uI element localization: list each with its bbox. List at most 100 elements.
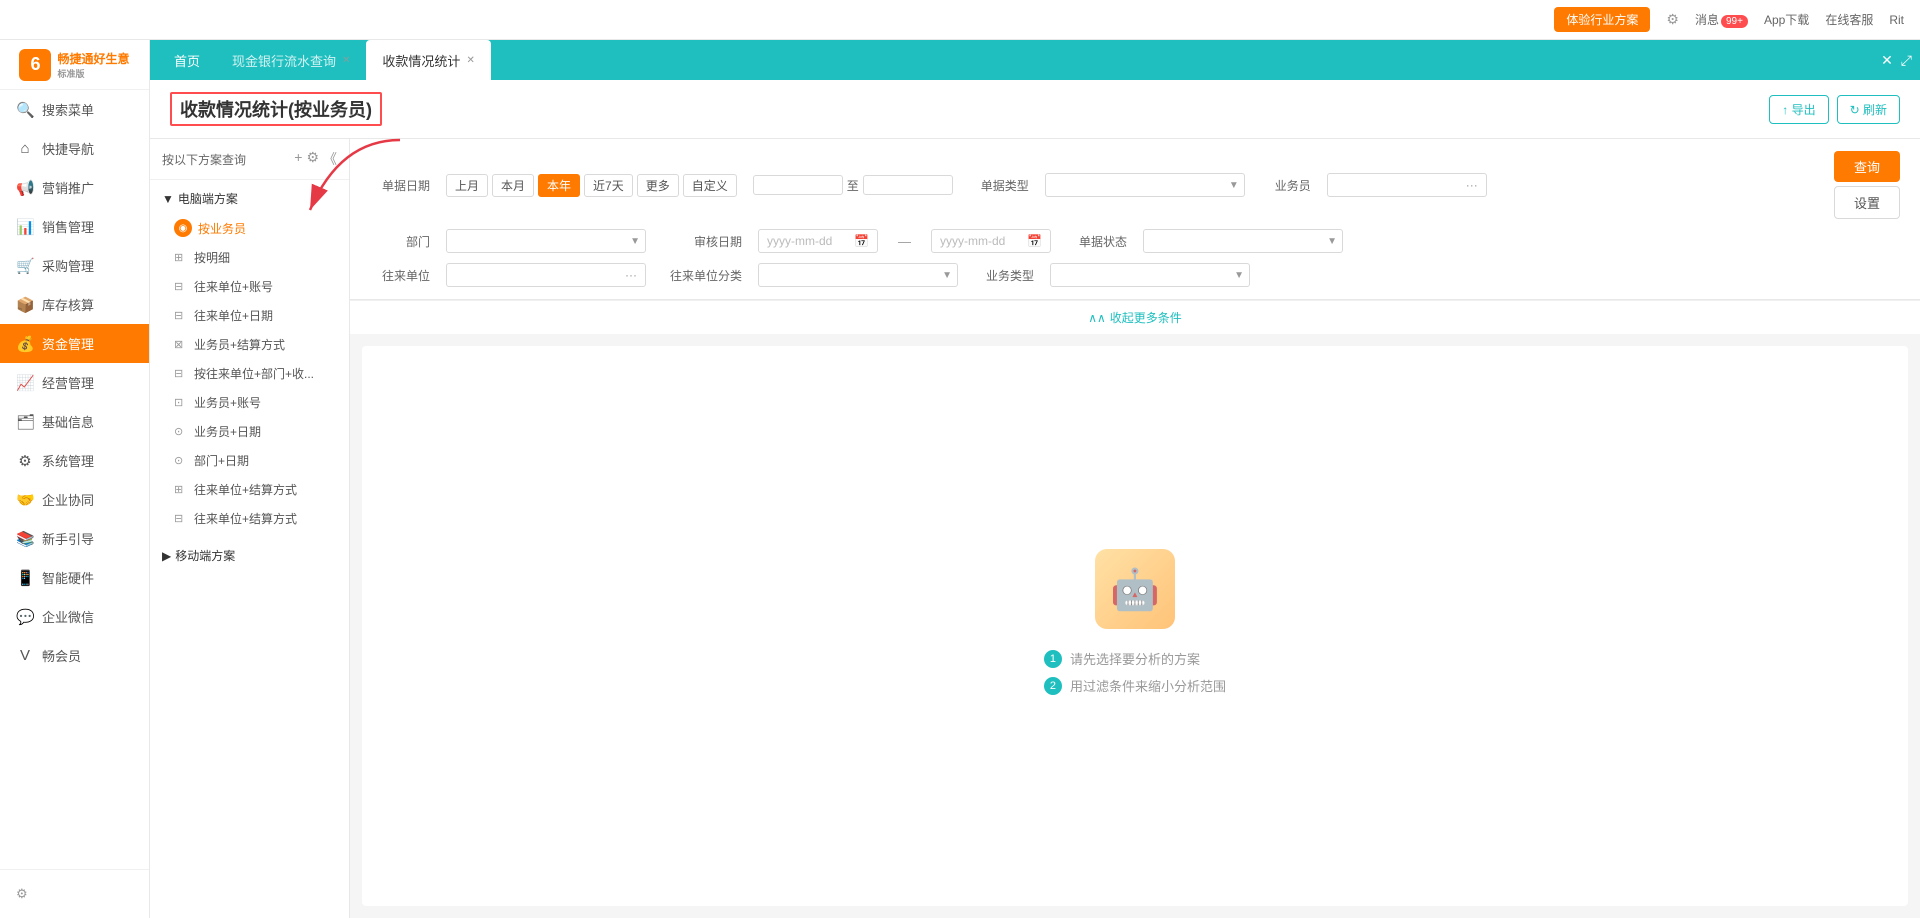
settings-button[interactable]: 设置 [1834, 186, 1900, 219]
sidebar-item-sales[interactable]: 📊 销售管理 [0, 207, 149, 246]
schema-item-unit-account[interactable]: ⊟ 往来单位+账号 [150, 272, 349, 301]
salesperson-input[interactable]: ··· [1327, 173, 1487, 197]
review-date-to-placeholder: yyyy-mm-dd [940, 234, 1005, 248]
date-quick-buttons: 上月 本月 本年 近7天 更多 自定义 [446, 174, 737, 197]
filter-row-3: 往来单位 ··· 往来单位分类 ▼ 业务类型 [370, 263, 1900, 287]
gear-icon[interactable]: ⚙ [1666, 11, 1679, 28]
left-panel: 按以下方案查询 + ⚙ 《 ▼ 电脑端方案 ◉ 按业务员 [150, 139, 350, 918]
finance-icon: 💰 [16, 335, 34, 353]
trial-button[interactable]: 体验行业方案 [1554, 7, 1650, 32]
counterparty-category-select[interactable] [758, 263, 958, 287]
schema-item-unit-settle2[interactable]: ⊟ 往来单位+结算方式 [150, 504, 349, 533]
sidebar-settings[interactable]: ⚙ [0, 878, 149, 910]
sidebar-item-marketing[interactable]: 📢 营销推广 [0, 168, 149, 207]
sidebar-item-label: 畅会员 [42, 646, 81, 665]
sidebar-item-operations[interactable]: 📈 经营管理 [0, 363, 149, 402]
sidebar: 6 畅捷通好生意 标准版 🔍 搜索菜单 ⌂ 快捷导航 📢 营销推广 📊 销售管理… [0, 40, 150, 918]
business-type-select[interactable] [1050, 263, 1250, 287]
messages-label: 消息99+ [1695, 11, 1748, 28]
tab-cashflow[interactable]: 现金银行流水查询 ✕ [216, 40, 366, 80]
schema-group-mobile: ▶ 移动端方案 [150, 537, 349, 574]
online-support[interactable]: 在线客服 [1825, 11, 1873, 28]
tab-close-all-button[interactable]: ✕ [1881, 52, 1893, 69]
sidebar-item-member[interactable]: V 畅会员 [0, 636, 149, 675]
review-date-to-input[interactable]: yyyy-mm-dd 📅 [931, 229, 1051, 253]
page-title: 收款情况统计(按业务员) [170, 92, 382, 126]
tab-maximize-button[interactable]: ⤢ [1901, 52, 1912, 69]
date-btn-last-month[interactable]: 上月 [446, 174, 488, 197]
tip-text-2: 用过滤条件来缩小分析范围 [1070, 676, 1226, 695]
sidebar-item-label: 企业微信 [42, 607, 94, 626]
date-btn-more[interactable]: 更多 [637, 174, 679, 197]
schema-item-label: 业务员+结算方式 [194, 336, 285, 353]
sidebar-item-purchase[interactable]: 🛒 采购管理 [0, 246, 149, 285]
review-date-label: 审核日期 [662, 233, 742, 250]
counterparty-label: 往来单位 [370, 267, 430, 284]
filter-row-1: 单据日期 上月 本月 本年 近7天 更多 自定义 2023-01-01 至 [370, 151, 1900, 219]
schema-item-unit-date[interactable]: ⊟ 往来单位+日期 [150, 301, 349, 330]
review-date-from-input[interactable]: yyyy-mm-dd 📅 [758, 229, 878, 253]
sidebar-item-sysadmin[interactable]: ⚙ 系统管理 [0, 441, 149, 480]
sidebar-item-inventory[interactable]: 📦 库存核算 [0, 285, 149, 324]
date-btn-this-month[interactable]: 本月 [492, 174, 534, 197]
sysadmin-icon: ⚙ [16, 452, 34, 470]
schema-item-unit-dept-collect[interactable]: ⊟ 按往来单位+部门+收... [150, 359, 349, 388]
doc-status-select-wrap: ▼ [1143, 229, 1343, 253]
group-label: 电脑端方案 [178, 190, 238, 207]
logo-text: 畅捷通好生意 标准版 [57, 50, 129, 80]
schema-item-label: 往来单位+日期 [194, 307, 273, 324]
tab-home[interactable]: 首页 [158, 51, 216, 70]
sidebar-item-label: 系统管理 [42, 451, 94, 470]
schema-item-by-detail[interactable]: ⊞ 按明细 [150, 243, 349, 272]
sidebar-item-collab[interactable]: 🤝 企业协同 [0, 480, 149, 519]
sidebar-item-label: 采购管理 [42, 256, 94, 275]
collapse-panel-icon[interactable]: 《 [323, 149, 337, 169]
app-download[interactable]: App下载 [1764, 11, 1809, 28]
salesperson-more-icon[interactable]: ··· [1466, 178, 1478, 192]
sidebar-item-wechat[interactable]: 💬 企业微信 [0, 597, 149, 636]
date-from-input[interactable]: 2023-01-01 [753, 175, 843, 195]
sidebar-item-guide[interactable]: 📚 新手引导 [0, 519, 149, 558]
sidebar-item-basicinfo[interactable]: 🗂 基础信息 [0, 402, 149, 441]
tab-collections[interactable]: 收款情况统计 ✕ [366, 40, 490, 80]
date-to-input[interactable]: 2023-12-31 [863, 175, 953, 195]
schema-item-dept-date[interactable]: ⊙ 部门+日期 [150, 446, 349, 475]
dept-select[interactable] [446, 229, 646, 253]
doc-type-select-wrap: ▼ [1045, 173, 1245, 197]
search-icon: 🔍 [16, 101, 34, 119]
schema-group-mobile-title[interactable]: ▶ 移动端方案 [150, 541, 349, 570]
export-button[interactable]: ↑ 导出 [1769, 95, 1828, 124]
sidebar-item-label: 搜索菜单 [42, 100, 94, 119]
tab-cashflow-label: 现金银行流水查询 [232, 51, 336, 70]
hardware-icon: 📱 [16, 569, 34, 587]
sidebar-item-quicknav[interactable]: ⌂ 快捷导航 [0, 129, 149, 168]
sidebar-item-hardware[interactable]: 📱 智能硬件 [0, 558, 149, 597]
doc-type-select[interactable] [1045, 173, 1245, 197]
schema-item-salesperson-date[interactable]: ⊙ 业务员+日期 [150, 417, 349, 446]
query-button[interactable]: 查询 [1834, 151, 1900, 182]
collapse-bar[interactable]: ∧∧ 收起更多条件 [350, 300, 1920, 334]
date-btn-this-year[interactable]: 本年 [538, 174, 580, 197]
schema-group-desktop-title[interactable]: ▼ 电脑端方案 [150, 184, 349, 213]
tab-collections-close[interactable]: ✕ [466, 55, 474, 66]
counterparty-input[interactable]: ··· [446, 263, 646, 287]
tab-cashflow-close[interactable]: ✕ [342, 55, 350, 66]
scheme-settings-icon[interactable]: ⚙ [306, 149, 319, 169]
collapse-icon: ∧∧ [1088, 311, 1106, 325]
counterparty-more-icon[interactable]: ··· [625, 268, 637, 282]
top-bar-right: 体验行业方案 ⚙ 消息99+ App下载 在线客服 Rit [1554, 7, 1904, 32]
date-dash: — [898, 234, 911, 249]
schema-item-unit-settle1[interactable]: ⊞ 往来单位+结算方式 [150, 475, 349, 504]
sidebar-item-search[interactable]: 🔍 搜索菜单 [0, 90, 149, 129]
filter-area: 单据日期 上月 本月 本年 近7天 更多 自定义 2023-01-01 至 [350, 139, 1920, 300]
operations-icon: 📈 [16, 374, 34, 392]
sidebar-item-finance[interactable]: 💰 资金管理 [0, 324, 149, 363]
date-btn-7days[interactable]: 近7天 [584, 174, 633, 197]
refresh-button[interactable]: ↻ 刷新 [1837, 95, 1900, 124]
add-scheme-button[interactable]: + [294, 149, 302, 169]
schema-item-by-salesperson[interactable]: ◉ 按业务员 [150, 213, 349, 243]
doc-status-select[interactable] [1143, 229, 1343, 253]
schema-item-salesperson-account[interactable]: ⊡ 业务员+账号 [150, 388, 349, 417]
schema-item-salesperson-settle[interactable]: ⊠ 业务员+结算方式 [150, 330, 349, 359]
date-btn-custom[interactable]: 自定义 [683, 174, 737, 197]
